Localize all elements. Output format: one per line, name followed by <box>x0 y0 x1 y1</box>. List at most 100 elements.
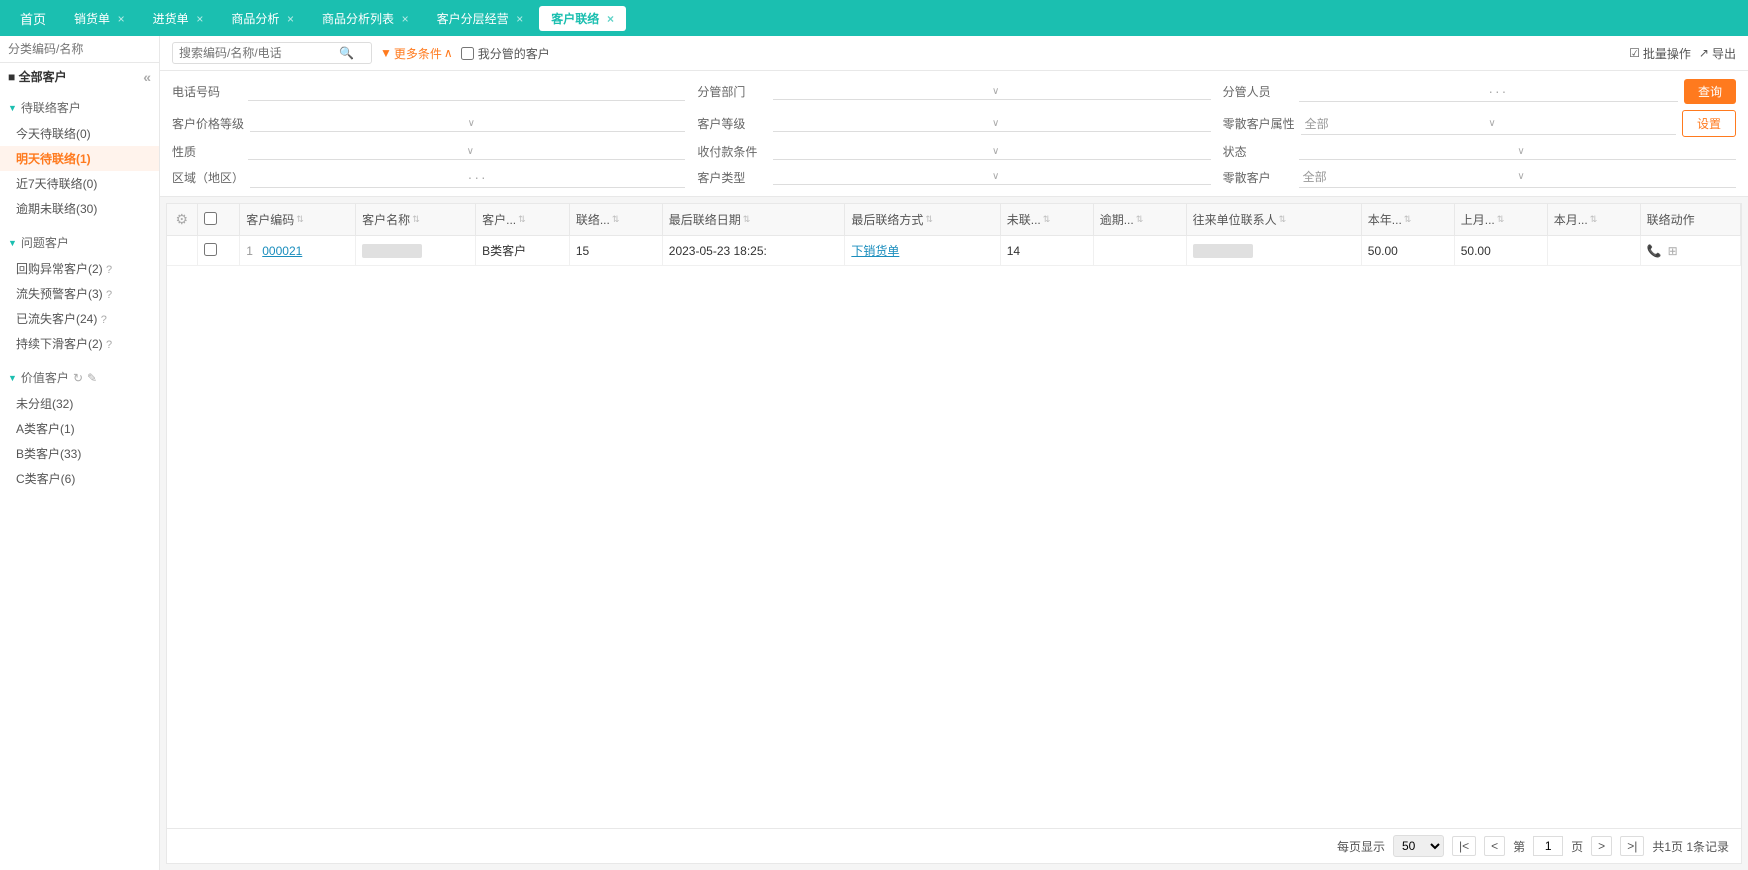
sidebar-item-overdue[interactable]: 逾期未联络(30) <box>0 196 159 221</box>
sidebar-all-customers[interactable]: ■ 全部客户 « <box>0 63 159 90</box>
settings-button[interactable]: 设置 <box>1682 110 1736 137</box>
action-more-icon[interactable]: ⊞ <box>1668 244 1678 258</box>
col-contact-person: 往来单位联系人 ⇅ <box>1186 204 1361 236</box>
sidebar-search-input[interactable] <box>8 42 160 56</box>
nav-sales-order[interactable]: 销货单 × <box>62 6 137 31</box>
filter-customer-type: 客户类型 ∨ <box>697 166 1210 188</box>
nav-close-customer-contact[interactable]: × <box>607 12 614 26</box>
sort-icon-last-method[interactable]: ⇅ <box>925 214 933 225</box>
sidebar-item-7days[interactable]: 近7天待联络(0) <box>0 171 159 196</box>
filter-phone-label: 电话号码 <box>172 83 242 100</box>
nav-product-analysis[interactable]: 商品分析 × <box>219 6 306 31</box>
nav-customer-stratification[interactable]: 客户分层经营 × <box>425 6 536 31</box>
table-gear-icon[interactable]: ⚙ <box>175 211 188 227</box>
nav-close-product-analysis[interactable]: × <box>287 12 294 26</box>
filter-value-grade-select[interactable]: ∨ <box>250 116 685 132</box>
query-button[interactable]: 查询 <box>1684 79 1736 104</box>
sidebar-item-declining[interactable]: 持续下滑客户(2) ? <box>0 331 159 356</box>
filter-region-select[interactable]: ··· <box>250 167 685 188</box>
row-code-link[interactable]: 000021 <box>262 244 302 258</box>
row-checkbox[interactable] <box>204 243 217 256</box>
page-size-label: 每页显示 <box>1337 838 1385 855</box>
prev-page-btn[interactable]: < <box>1484 836 1505 856</box>
filter-gender-label: 性质 <box>172 143 242 160</box>
total-records-label: 共1页 1条记录 <box>1652 838 1729 855</box>
filter-region: 区域（地区） ··· <box>172 166 685 188</box>
col-action: 联络动作 <box>1640 204 1740 236</box>
col-checkbox-header <box>197 204 240 236</box>
sidebar-item-today[interactable]: 今天待联络(0) <box>0 121 159 146</box>
filter-phone-input[interactable] <box>248 82 685 101</box>
search-bar-right: ☑ 批量操作 ↗ 导出 <box>1629 45 1736 62</box>
sidebar-item-churn-warning[interactable]: 流失预警客户(3) ? <box>0 281 159 306</box>
main-content: 🔍 ▼ 更多条件 ∧ 我分管的客户 ☑ 批量操作 ↗ 导出 <box>160 36 1748 870</box>
sidebar-group-value: 价值客户 ↻ ✎ 未分组(32) A类客户(1) B类客户(33) C类客户(6… <box>0 360 159 495</box>
last-page-btn[interactable]: >| <box>1620 836 1644 856</box>
nav-close-product-analysis-list[interactable]: × <box>402 12 409 26</box>
value-edit-icon[interactable]: ✎ <box>87 371 97 385</box>
action-phone-icon[interactable]: 📞 <box>1647 244 1662 258</box>
export-btn[interactable]: ↗ 导出 <box>1699 45 1736 62</box>
value-refresh-icon[interactable]: ↻ <box>73 371 83 385</box>
filter-value-grade: 客户价格等级 ∨ <box>172 110 685 137</box>
sidebar-item-repurchase-anomaly[interactable]: 回购异常客户(2) ? <box>0 256 159 281</box>
table-select-all-checkbox[interactable] <box>204 212 217 225</box>
customer-table: ⚙ 客户编码 ⇅ <box>167 204 1741 266</box>
nav-purchase-order[interactable]: 进货单 × <box>141 6 216 31</box>
sort-icon-this-year[interactable]: ⇅ <box>1404 214 1412 225</box>
sidebar-item-class-c[interactable]: C类客户(6) <box>0 466 159 491</box>
sidebar-item-ungrouped[interactable]: 未分组(32) <box>0 391 159 416</box>
nav-customer-contact[interactable]: 客户联络 × <box>539 6 626 31</box>
sidebar-item-tomorrow[interactable]: 明天待联络(1) <box>0 146 159 171</box>
first-page-btn[interactable]: |< <box>1452 836 1476 856</box>
nav-close-customer-stratification[interactable]: × <box>516 12 523 26</box>
sidebar-item-class-a[interactable]: A类客户(1) <box>0 416 159 441</box>
chevron-down-icon-5: ∨ <box>467 146 682 157</box>
sort-icon-code[interactable]: ⇅ <box>296 214 304 225</box>
col-last-month: 上月... ⇅ <box>1454 204 1547 236</box>
search-input[interactable] <box>179 46 339 60</box>
sort-icon-name[interactable]: ⇅ <box>412 214 420 225</box>
more-conditions-btn[interactable]: ▼ 更多条件 ∧ <box>380 45 453 62</box>
filter-retail-customer-label: 零散客户 <box>1223 169 1293 186</box>
row-last-method-cell: 下销货单 <box>845 236 1000 266</box>
filter-customer-type-select[interactable]: ∨ <box>773 169 1210 185</box>
search-icon[interactable]: 🔍 <box>339 46 354 60</box>
sidebar-item-class-b[interactable]: B类客户(33) <box>0 441 159 466</box>
sort-icon-last-date[interactable]: ⇅ <box>743 214 751 225</box>
sidebar-item-churned[interactable]: 已流失客户(24) ? <box>0 306 159 331</box>
sort-icon-contact-count[interactable]: ⇅ <box>612 214 620 225</box>
next-page-btn[interactable]: > <box>1591 836 1612 856</box>
page-size-select[interactable]: 50 100 200 <box>1393 835 1444 857</box>
table-scroll-area[interactable]: ⚙ 客户编码 ⇅ <box>167 204 1741 828</box>
nav-close-purchase-order[interactable]: × <box>196 12 203 26</box>
row-last-method-link[interactable]: 下销货单 <box>851 244 899 258</box>
page-number-input[interactable] <box>1533 836 1563 856</box>
sort-icon-no-contact[interactable]: ⇅ <box>1043 214 1051 225</box>
filter-retail-attr-select[interactable]: 全部 ∨ <box>1301 113 1676 135</box>
col-code: 客户编码 ⇅ <box>240 204 356 236</box>
filter-manager-select[interactable]: ··· <box>1299 81 1678 102</box>
my-customers-checkbox[interactable] <box>461 47 474 60</box>
filter-status-select[interactable]: ∨ <box>1299 144 1736 160</box>
filter-customer-grade-select[interactable]: ∨ <box>773 116 1210 132</box>
sort-icon-overdue[interactable]: ⇅ <box>1136 214 1144 225</box>
sort-icon-last-month[interactable]: ⇅ <box>1497 214 1505 225</box>
export-icon: ↗ <box>1699 46 1709 60</box>
nav-product-analysis-list[interactable]: 商品分析列表 × <box>310 6 421 31</box>
filter-gender-select[interactable]: ∨ <box>248 144 685 160</box>
row-this-month-cell <box>1547 236 1640 266</box>
filter-payment-select[interactable]: ∨ <box>773 144 1210 160</box>
sort-icon-type[interactable]: ⇅ <box>518 214 526 225</box>
filter-dept-select[interactable]: ∨ <box>773 84 1210 100</box>
sort-icon-this-month[interactable]: ⇅ <box>1590 214 1598 225</box>
collapse-icon: « <box>143 69 151 85</box>
batch-op-btn[interactable]: ☑ 批量操作 <box>1629 45 1691 62</box>
dots-icon: ··· <box>1488 83 1674 99</box>
nav-close-sales-order[interactable]: × <box>118 12 125 26</box>
filter-retail-customer-select[interactable]: 全部 ∨ <box>1299 166 1736 188</box>
row-this-year-cell: 50.00 <box>1361 236 1454 266</box>
nav-home[interactable]: 首页 <box>8 5 58 32</box>
search-input-wrap: 🔍 <box>172 42 372 64</box>
sort-icon-contact-person[interactable]: ⇅ <box>1279 214 1287 225</box>
